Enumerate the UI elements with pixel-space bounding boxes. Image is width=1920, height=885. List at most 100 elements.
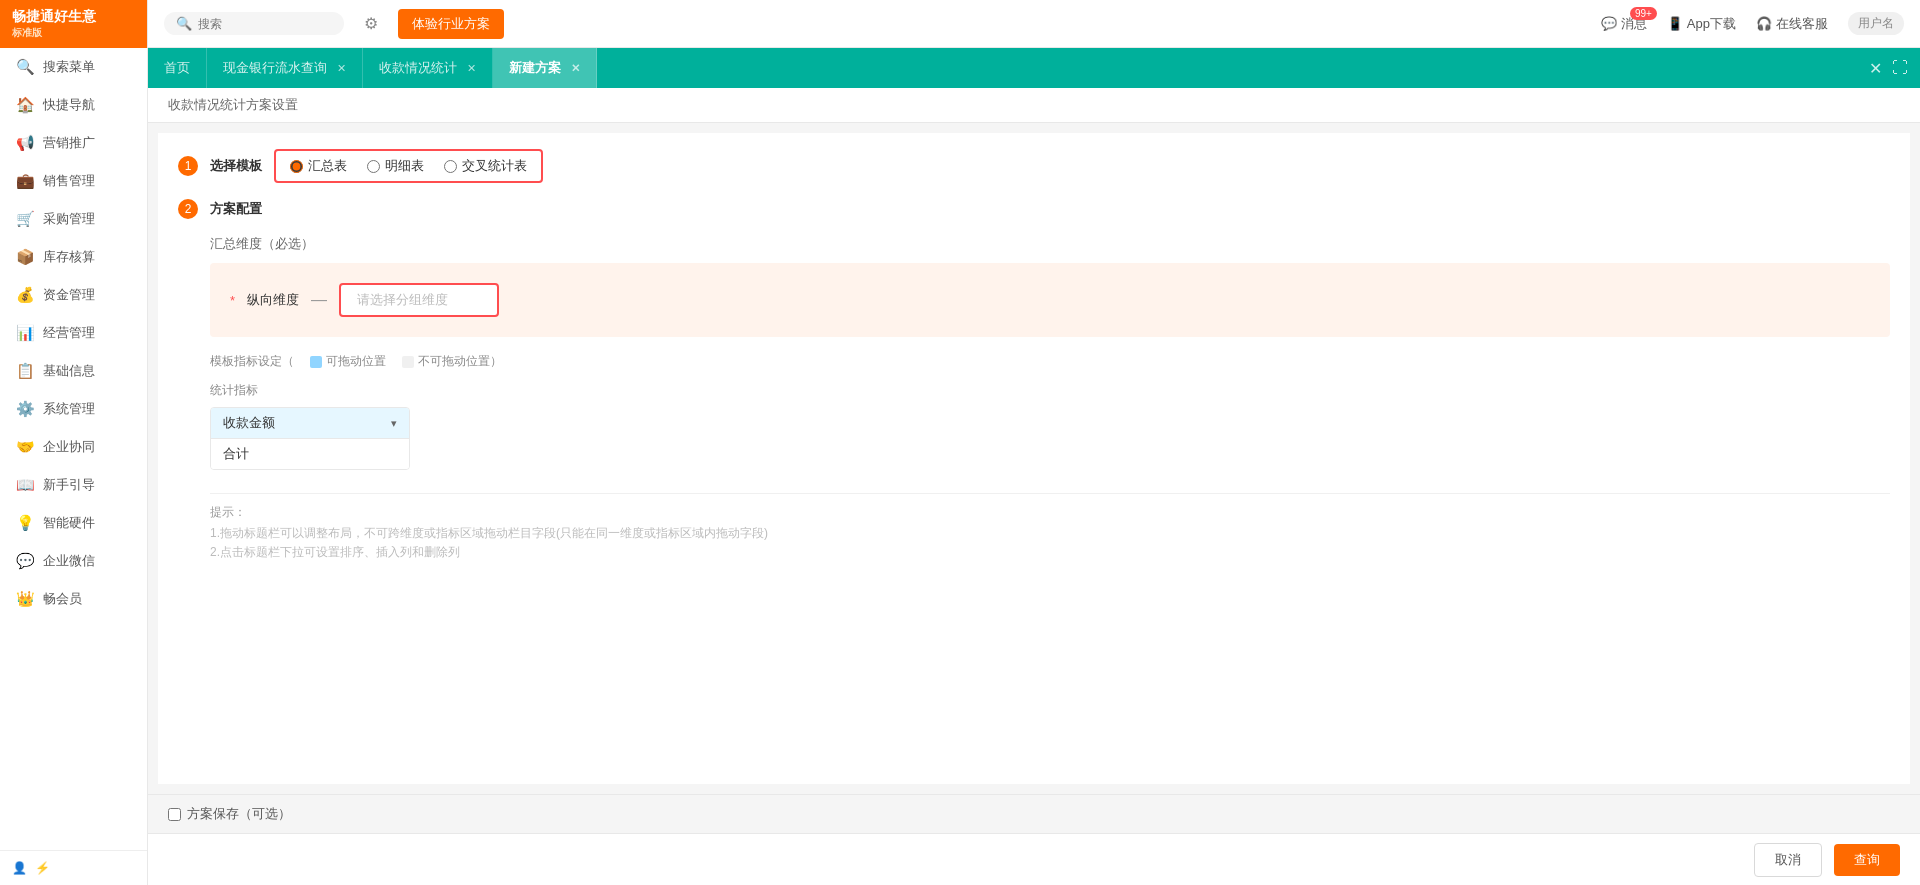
metric-setting-label: 模板指标设定（ xyxy=(210,353,294,370)
search-box[interactable]: 🔍 xyxy=(164,12,344,35)
step1-badge: 1 xyxy=(178,156,198,176)
metric-section: 模板指标设定（ 可拖动位置 不可拖动位置） 统计指标 xyxy=(210,353,1890,473)
vertical-dim-label: 纵向维度 xyxy=(247,291,299,309)
metric-header: 模板指标设定（ 可拖动位置 不可拖动位置） xyxy=(210,353,1890,370)
download-button[interactable]: 📱 App下载 xyxy=(1667,15,1736,33)
sidebar-item-智能硬件[interactable]: 💡智能硬件 xyxy=(0,504,147,542)
metric-col-name: 收款金额 xyxy=(223,414,275,432)
metric-dropdown-icon[interactable]: ▾ xyxy=(391,417,397,430)
metric-category-label: 统计指标 xyxy=(210,378,410,403)
sidebar-item-企业微信[interactable]: 💬企业微信 xyxy=(0,542,147,580)
sidebar-item-营销推广[interactable]: 📢营销推广 xyxy=(0,124,147,162)
sidebar-item-企业协同[interactable]: 🤝企业协同 xyxy=(0,428,147,466)
sidebar-item-畅会员[interactable]: 👑畅会员 xyxy=(0,580,147,618)
metric-table-header: 收款金额 ▾ xyxy=(211,408,409,438)
step1-row: 1 选择模板 汇总表 明细表 交叉统计表 xyxy=(178,149,1890,183)
radio-cross-label: 交叉统计表 xyxy=(462,157,527,175)
user-label: 用户名 xyxy=(1858,16,1894,30)
sidebar-item-经营管理[interactable]: 📊经营管理 xyxy=(0,314,147,352)
app-edition: 标准版 xyxy=(12,26,96,40)
drag-dot-icon xyxy=(310,356,322,368)
tab-close-icon[interactable]: ✕ xyxy=(571,62,580,75)
dimension-title: 汇总维度（必选） xyxy=(210,235,1890,253)
metric-table: 收款金额 ▾ 合计 xyxy=(210,407,410,470)
radio-detail[interactable]: 明细表 xyxy=(367,157,424,175)
sidebar-item-采购管理[interactable]: 🛒采购管理 xyxy=(0,200,147,238)
group-dimension-select[interactable]: 请选择分组维度 xyxy=(339,283,499,317)
sidebar-item-系统管理[interactable]: ⚙️系统管理 xyxy=(0,390,147,428)
topbar-right: 💬 消息 99+ 📱 App下载 🎧 在线客服 用户名 xyxy=(1601,12,1904,35)
tips-item-1: 1.拖动标题栏可以调整布局，不可跨维度或指标区域拖动栏目字段(只能在同一维度或指… xyxy=(210,525,1890,542)
step2-badge: 2 xyxy=(178,199,198,219)
dimension-area: * 纵向维度 — 请选择分组维度 xyxy=(210,263,1890,337)
breadcrumb-text: 收款情况统计方案设置 xyxy=(168,97,298,112)
bottom-bar: 取消 查询 xyxy=(148,833,1920,885)
drag-label: 可拖动位置 xyxy=(326,353,386,370)
radio-cross[interactable]: 交叉统计表 xyxy=(444,157,527,175)
gear-icon[interactable]: ⚙ xyxy=(364,14,378,33)
user-menu[interactable]: 用户名 xyxy=(1848,12,1904,35)
sidebar-bottom: 👤⚡ xyxy=(0,850,147,885)
message-icon: 💬 xyxy=(1601,16,1617,31)
required-star: * xyxy=(230,293,235,308)
sidebar-item-搜索菜单[interactable]: 🔍搜索菜单 xyxy=(0,48,147,86)
step1-label: 选择模板 xyxy=(210,157,262,175)
app-logo: 畅捷通好生意 标准版 xyxy=(0,0,147,48)
sidebar-item-新手引导[interactable]: 📖新手引导 xyxy=(0,466,147,504)
tabbar-actions: ✕ ⛶ xyxy=(1857,48,1920,88)
radio-summary-label: 汇总表 xyxy=(308,157,347,175)
radio-summary[interactable]: 汇总表 xyxy=(290,157,347,175)
form-section: 1 选择模板 汇总表 明细表 交叉统计表 xyxy=(158,133,1910,784)
page-footer: 方案保存（可选） xyxy=(148,794,1920,833)
page-content: 收款情况统计方案设置 1 选择模板 汇总表 明细表 xyxy=(148,88,1920,833)
sidebar-item-销售管理[interactable]: 💼销售管理 xyxy=(0,162,147,200)
radio-detail-label: 明细表 xyxy=(385,157,424,175)
dim-arrow: — xyxy=(311,291,327,309)
tips-title: 提示： xyxy=(210,504,1890,521)
search-icon: 🔍 xyxy=(176,16,192,31)
search-input[interactable] xyxy=(198,17,318,31)
cancel-button[interactable]: 取消 xyxy=(1754,843,1822,877)
sidebar-item-库存核算[interactable]: 📦库存核算 xyxy=(0,238,147,276)
close-window-icon[interactable]: ✕ xyxy=(1869,59,1882,78)
tips-item-2: 2.点击标题栏下拉可设置排序、插入列和删除列 xyxy=(210,544,1890,561)
maximize-icon[interactable]: ⛶ xyxy=(1892,59,1908,77)
save-checkbox[interactable] xyxy=(168,808,181,821)
tips-section: 提示： 1.拖动标题栏可以调整布局，不可跨维度或指标区域拖动栏目字段(只能在同一… xyxy=(210,493,1890,573)
main-area: 🔍 ⚙ 体验行业方案 💬 消息 99+ 📱 App下载 🎧 在线客服 用户名 xyxy=(148,0,1920,885)
service-label: 在线客服 xyxy=(1776,15,1828,33)
draggable-badge: 可拖动位置 xyxy=(310,353,386,370)
no-drag-dot-icon xyxy=(402,356,414,368)
no-drag-label: 不可拖动位置） xyxy=(418,353,502,370)
app-name: 畅捷通好生意 xyxy=(12,8,96,26)
sidebar-item-资金管理[interactable]: 💰资金管理 xyxy=(0,276,147,314)
tab-close-icon[interactable]: ✕ xyxy=(467,62,476,75)
metric-total-row: 合计 xyxy=(211,438,409,469)
tabbar: 首页现金银行流水查询✕收款情况统计✕新建方案✕ ✕ ⛶ xyxy=(148,48,1920,88)
save-label: 方案保存（可选） xyxy=(187,805,291,823)
step2-label: 方案配置 xyxy=(210,200,262,218)
metric-total-label: 合计 xyxy=(223,446,249,461)
template-options: 汇总表 明细表 交叉统计表 xyxy=(274,149,543,183)
page-breadcrumb: 收款情况统计方案设置 xyxy=(148,88,1920,123)
download-label: App下载 xyxy=(1687,15,1736,33)
tab-首页[interactable]: 首页 xyxy=(148,48,207,88)
dimension-row: * 纵向维度 — 请选择分组维度 xyxy=(230,283,1870,317)
tab-现金银行流水查询[interactable]: 现金银行流水查询✕ xyxy=(207,48,363,88)
no-drag-badge: 不可拖动位置） xyxy=(402,353,502,370)
service-icon: 🎧 xyxy=(1756,16,1772,31)
service-button[interactable]: 🎧 在线客服 xyxy=(1756,15,1828,33)
download-icon: 📱 xyxy=(1667,16,1683,31)
sidebar-item-基础信息[interactable]: 📋基础信息 xyxy=(0,352,147,390)
sidebar-item-快捷导航[interactable]: 🏠快捷导航 xyxy=(0,86,147,124)
tab-close-icon[interactable]: ✕ xyxy=(337,62,346,75)
tab-新建方案[interactable]: 新建方案✕ xyxy=(493,48,597,88)
save-option[interactable]: 方案保存（可选） xyxy=(168,805,291,823)
industry-button[interactable]: 体验行业方案 xyxy=(398,9,504,39)
sidebar: 畅捷通好生意 标准版 🔍搜索菜单🏠快捷导航📢营销推广💼销售管理🛒采购管理📦库存核… xyxy=(0,0,148,885)
step2-row: 2 方案配置 xyxy=(178,199,1890,219)
tab-收款情况统计[interactable]: 收款情况统计✕ xyxy=(363,48,493,88)
message-button[interactable]: 💬 消息 99+ xyxy=(1601,15,1647,33)
topbar: 🔍 ⚙ 体验行业方案 💬 消息 99+ 📱 App下载 🎧 在线客服 用户名 xyxy=(148,0,1920,48)
query-button[interactable]: 查询 xyxy=(1834,844,1900,876)
